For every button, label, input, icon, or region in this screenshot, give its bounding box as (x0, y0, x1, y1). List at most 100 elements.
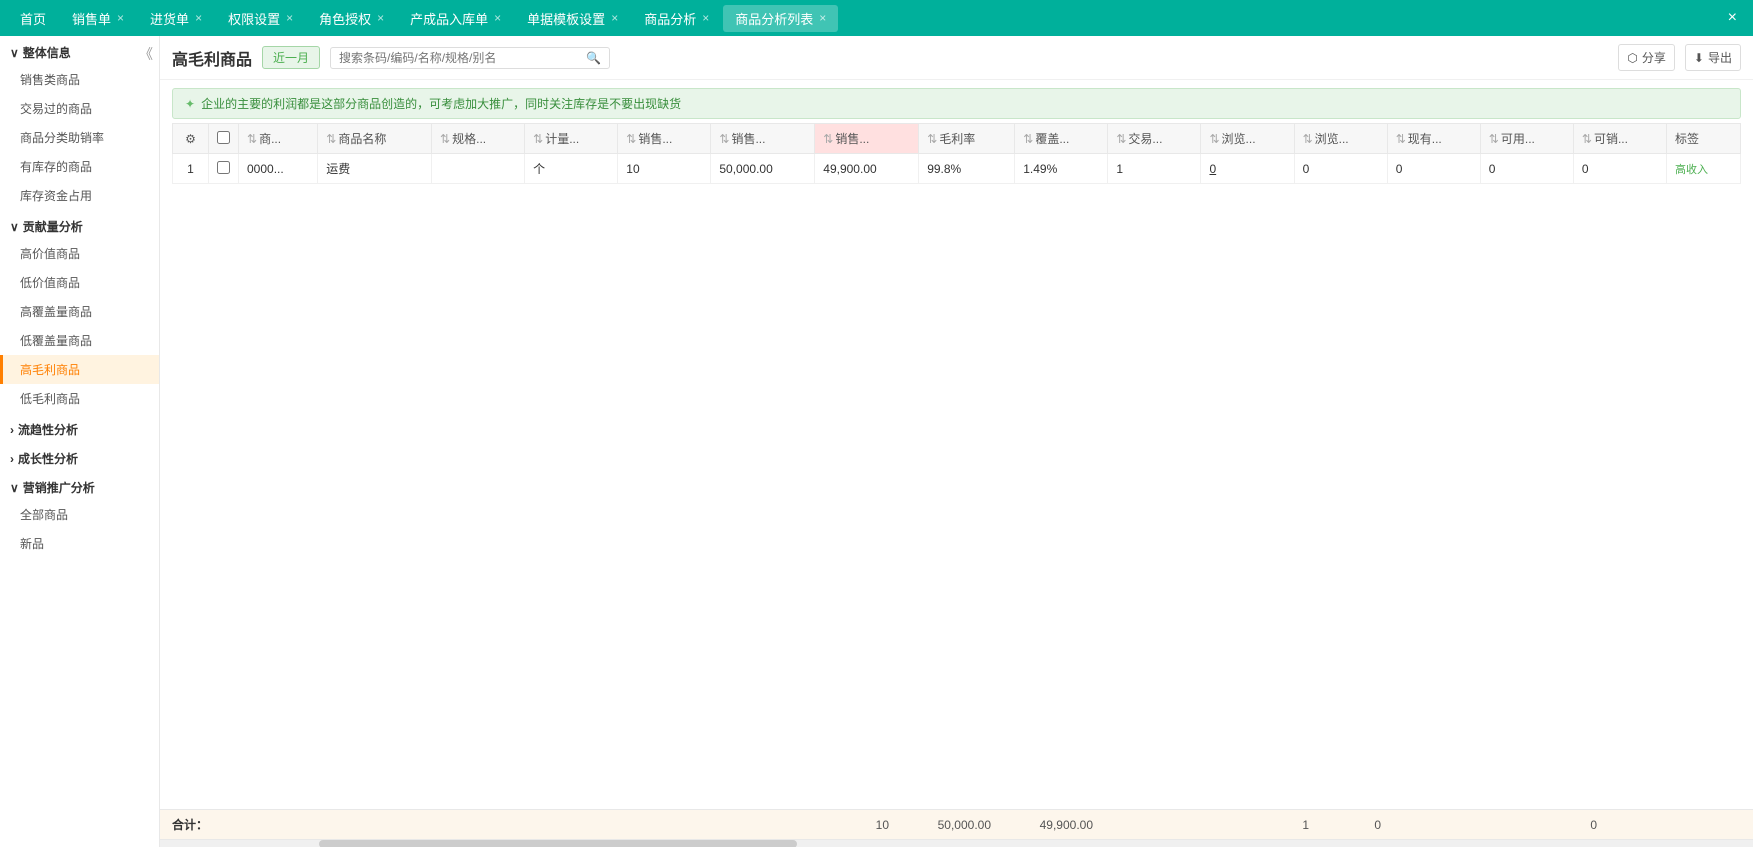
nav-home[interactable]: 首页 (8, 5, 58, 32)
alert-text: 企业的主要的利润都是这部分商品创造的，可考虑加大推广，同时关注库存是不要出现缺货 (201, 95, 681, 112)
sidebar-item-traded-goods[interactable]: 交易过的商品 (0, 94, 159, 123)
search-input[interactable] (339, 51, 580, 65)
th-sale2[interactable]: ⇅销售... (711, 124, 815, 154)
select-all-checkbox[interactable] (217, 131, 230, 144)
nav-close-sales[interactable]: × (117, 11, 124, 25)
filter-month-btn[interactable]: 近一月 (262, 46, 320, 69)
th-spec[interactable]: ⇅规格... (432, 124, 525, 154)
alert-bar: ✦ 企业的主要的利润都是这部分商品创造的，可考虑加大推广，同时关注库存是不要出现… (172, 88, 1741, 119)
sidebar-item-stock-capital[interactable]: 库存资金占用 (0, 181, 159, 210)
header-actions: ⬡ 分享 ⬇ 导出 (1618, 44, 1741, 71)
cell-code: 0000... (239, 154, 318, 184)
settings-icon[interactable]: ⚙ (185, 132, 196, 146)
sidebar-item-category-rate[interactable]: 商品分类助销率 (0, 123, 159, 152)
sidebar-item-low-coverage[interactable]: 低覆盖量商品 (0, 326, 159, 355)
cell-gross-rate: 99.8% (919, 154, 1015, 184)
table-row: 1 0000... 运费 个 10 50,000.00 49,900.00 99… (173, 154, 1741, 184)
th-coverage[interactable]: ⇅覆盖... (1015, 124, 1108, 154)
cell-seq: 1 (173, 154, 209, 184)
nav-template[interactable]: 单据模板设置 × (515, 5, 630, 32)
export-btn[interactable]: ⬇ 导出 (1685, 44, 1741, 71)
th-tag[interactable]: 标签 (1667, 124, 1741, 154)
nav-permissions[interactable]: 权限设置 × (216, 5, 305, 32)
browse1-link[interactable]: 0 (1209, 162, 1216, 176)
cell-sellable: 0 (1573, 154, 1666, 184)
footer-sale3: 49,900.00 (1003, 818, 1093, 832)
nav-window-close[interactable]: × (1720, 5, 1745, 31)
nav-close-analysis-list[interactable]: × (819, 11, 826, 25)
th-available[interactable]: ⇅可用... (1480, 124, 1573, 154)
nav-analysis-list[interactable]: 商品分析列表 × (723, 5, 838, 32)
search-icon[interactable]: 🔍 (586, 51, 601, 65)
sidebar: 《 ∨ 整体信息 销售类商品 交易过的商品 商品分类助销率 有库存的商品 库存资… (0, 36, 160, 847)
nav-close-products-in[interactable]: × (494, 11, 501, 25)
sidebar-group-overview[interactable]: ∨ 整体信息 (0, 36, 159, 65)
th-name[interactable]: ⇅商品名称 (318, 124, 432, 154)
cell-check[interactable] (209, 154, 239, 184)
nav-products-in[interactable]: 产成品入库单 × (398, 5, 513, 32)
sidebar-item-in-stock[interactable]: 有库存的商品 (0, 152, 159, 181)
share-btn[interactable]: ⬡ 分享 (1618, 44, 1675, 71)
footer-available: 0 (1537, 818, 1597, 832)
row-checkbox[interactable] (217, 161, 230, 174)
chevron-down-icon-2: ∨ (10, 220, 19, 234)
sidebar-group-contribution[interactable]: ∨ 贡献量分析 (0, 210, 159, 239)
nav-close-analysis[interactable]: × (702, 11, 709, 25)
th-browse2[interactable]: ⇅浏览... (1294, 124, 1387, 154)
footer-sale2: 50,000.00 (901, 818, 991, 832)
search-box[interactable]: 🔍 (330, 47, 610, 69)
export-icon: ⬇ (1694, 51, 1704, 65)
th-code[interactable]: ⇅商... (239, 124, 318, 154)
sidebar-item-new-goods[interactable]: 新品 (0, 529, 159, 558)
footer-transaction: 1 (1249, 818, 1309, 832)
cell-browse2: 0 (1294, 154, 1387, 184)
th-sale1[interactable]: ⇅销售... (618, 124, 711, 154)
cell-available: 0 (1480, 154, 1573, 184)
sidebar-group-growth[interactable]: › 成长性分析 (0, 442, 159, 471)
share-icon: ⬡ (1627, 51, 1637, 65)
footer-sale1: 10 (829, 818, 889, 832)
th-transaction[interactable]: ⇅交易... (1108, 124, 1201, 154)
sidebar-item-high-value[interactable]: 高价值商品 (0, 239, 159, 268)
nav-close-template[interactable]: × (611, 11, 618, 25)
th-sale3[interactable]: ⇅销售... (815, 124, 919, 154)
scrollbar-thumb[interactable] (319, 840, 797, 847)
th-sellable[interactable]: ⇅可销... (1573, 124, 1666, 154)
nav-sales[interactable]: 销售单 × (60, 5, 136, 32)
th-unit[interactable]: ⇅计量... (525, 124, 618, 154)
th-current[interactable]: ⇅现有... (1387, 124, 1480, 154)
content-header: 高毛利商品 近一月 🔍 ⬡ 分享 ⬇ 导出 (160, 36, 1753, 80)
cell-current: 0 (1387, 154, 1480, 184)
th-gross-rate[interactable]: ⇅毛利率 (919, 124, 1015, 154)
table-container[interactable]: ⚙ ⇅商... ⇅商品名称 ⇅规格... ⇅计量... ⇅销售... ⇅销售..… (160, 123, 1753, 809)
sidebar-item-low-margin[interactable]: 低毛利商品 (0, 384, 159, 413)
sidebar-collapse-btn[interactable]: 《 (139, 44, 153, 64)
sidebar-group-trend[interactable]: › 流趋性分析 (0, 413, 159, 442)
nav-analysis[interactable]: 商品分析 × (632, 5, 721, 32)
footer-browse1: 0 (1321, 818, 1381, 832)
th-browse1[interactable]: ⇅浏览... (1201, 124, 1294, 154)
sidebar-group-marketing[interactable]: ∨ 营销推广分析 (0, 471, 159, 500)
nav-roles[interactable]: 角色授权 × (307, 5, 396, 32)
th-check[interactable] (209, 124, 239, 154)
nav-close-permissions[interactable]: × (286, 11, 293, 25)
top-nav: 首页 销售单 × 进货单 × 权限设置 × 角色授权 × 产成品入库单 × 单据… (0, 0, 1753, 36)
chevron-down-icon: ∨ (10, 46, 19, 60)
footer-bar: 合计： 10 50,000.00 49,900.00 1 0 0 (160, 809, 1753, 839)
cell-sale3: 49,900.00 (815, 154, 919, 184)
nav-purchase[interactable]: 进货单 × (138, 5, 214, 32)
sidebar-item-all-goods[interactable]: 全部商品 (0, 500, 159, 529)
sidebar-item-sales-goods[interactable]: 销售类商品 (0, 65, 159, 94)
cell-sale1: 10 (618, 154, 711, 184)
nav-close-roles[interactable]: × (377, 11, 384, 25)
sidebar-item-high-margin[interactable]: 高毛利商品 (0, 355, 159, 384)
content-area: 高毛利商品 近一月 🔍 ⬡ 分享 ⬇ 导出 ✦ 企业的主要的利润都是这部分商品创… (160, 36, 1753, 847)
th-seq[interactable]: ⚙ (173, 124, 209, 154)
cell-browse1[interactable]: 0 (1201, 154, 1294, 184)
sidebar-item-high-coverage[interactable]: 高覆盖量商品 (0, 297, 159, 326)
cell-tag: 高收入 (1667, 154, 1741, 184)
data-table: ⚙ ⇅商... ⇅商品名称 ⇅规格... ⇅计量... ⇅销售... ⇅销售..… (172, 123, 1741, 184)
sidebar-item-low-value[interactable]: 低价值商品 (0, 268, 159, 297)
horizontal-scrollbar[interactable] (160, 839, 1753, 847)
nav-close-purchase[interactable]: × (195, 11, 202, 25)
